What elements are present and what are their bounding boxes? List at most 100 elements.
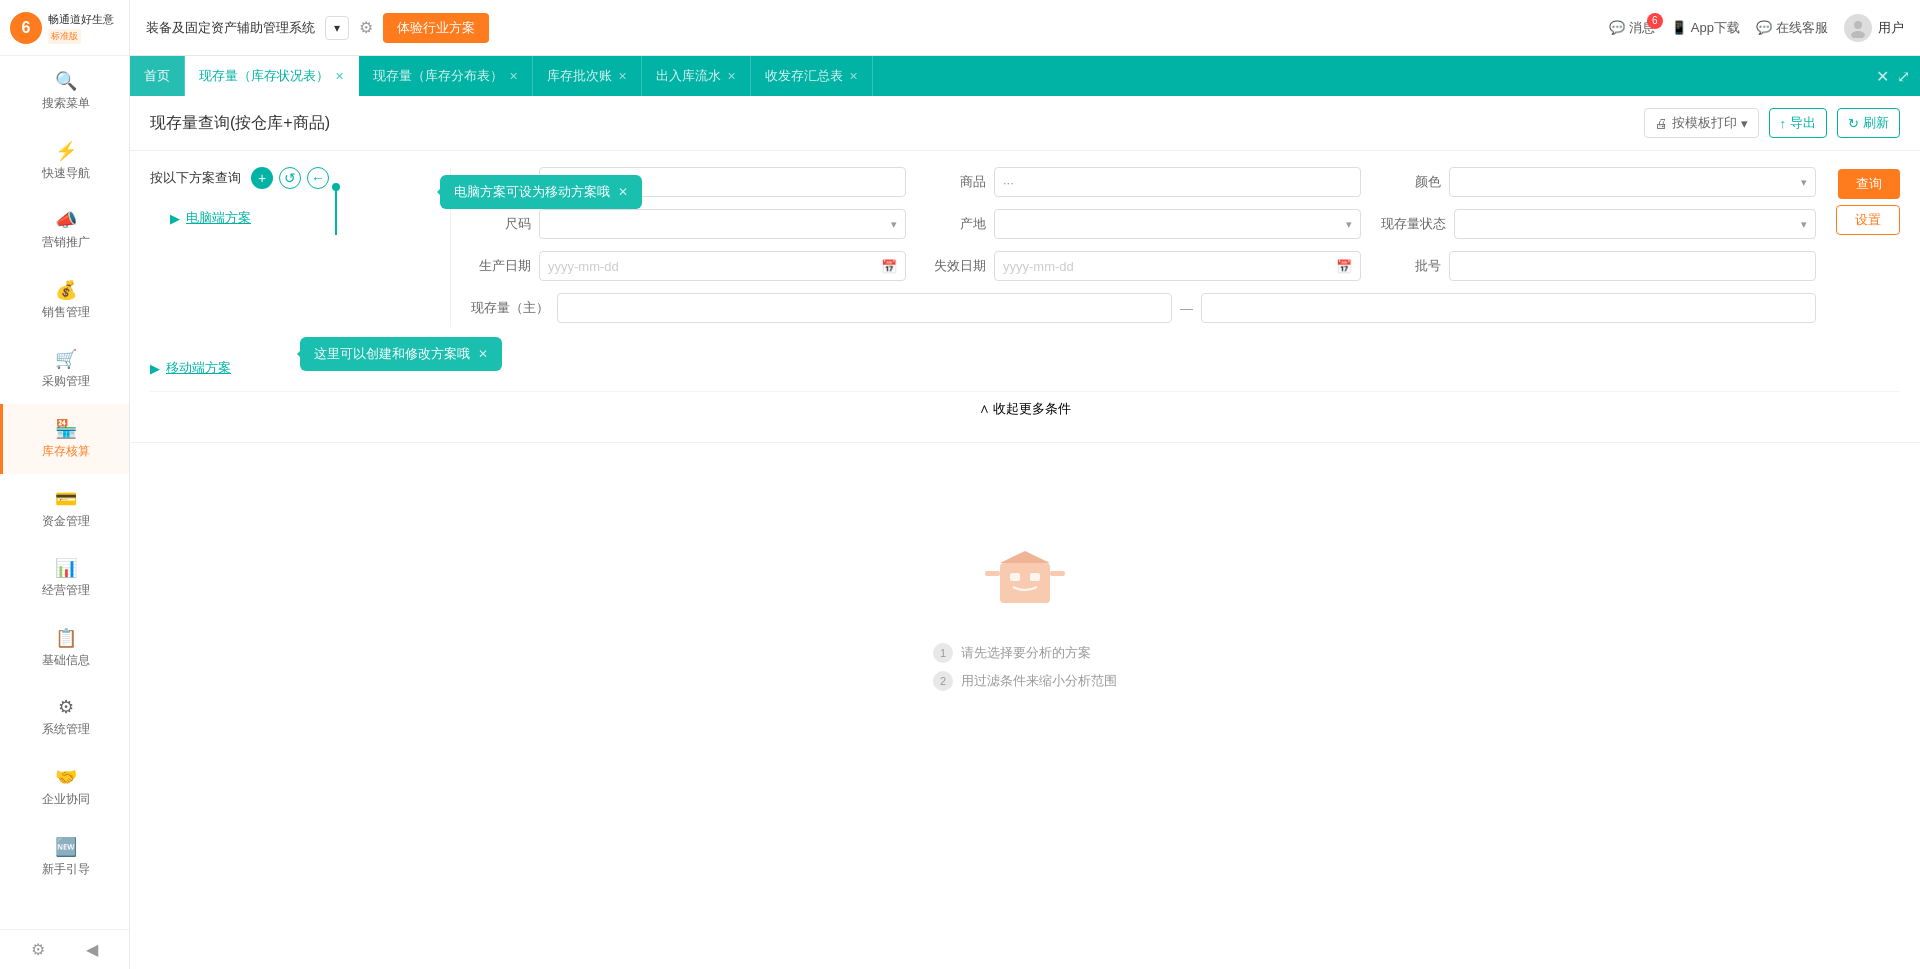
step-2-text: 用过滤条件来缩小分析范围 [961, 672, 1117, 690]
basic-icon: 📋 [55, 627, 77, 649]
system-select[interactable]: ▾ [325, 16, 349, 40]
tab-close-icon[interactable]: ✕ [509, 70, 518, 83]
sidebar-item-sales[interactable]: 💰 销售管理 [0, 265, 129, 335]
phone-icon: 📱 [1671, 20, 1687, 35]
sidebar-item-quick-nav[interactable]: ⚡ 快速导航 [0, 126, 129, 196]
industry-btn[interactable]: 体验行业方案 [383, 13, 489, 43]
prod-date-label: 生产日期 [471, 257, 531, 275]
product-select[interactable]: ··· [994, 167, 1361, 197]
sidebar-item-finance[interactable]: 💳 资金管理 [0, 474, 129, 544]
sidebar-item-search[interactable]: 🔍 搜索菜单 [0, 56, 129, 126]
filter-fields: 仓库 ··· 商品 ··· [450, 167, 1816, 327]
scheme-tooltip-text: 电脑方案可设为移动方案哦 [454, 183, 610, 201]
sidebar-item-label: 营销推广 [42, 235, 90, 251]
online-support-btn[interactable]: 💬 在线客服 [1756, 19, 1828, 37]
svg-rect-6 [985, 571, 1000, 576]
tab-close-icon[interactable]: ✕ [618, 70, 627, 83]
sidebar-item-basic[interactable]: 📋 基础信息 [0, 613, 129, 683]
enterprise-icon: 🤝 [55, 766, 77, 788]
refresh-btn[interactable]: ↻ 刷新 [1837, 108, 1900, 138]
export-btn[interactable]: ↑ 导出 [1769, 108, 1828, 138]
exp-date-input[interactable]: yyyy-mm-dd 📅 [994, 251, 1361, 281]
batch-input[interactable] [1449, 251, 1816, 281]
add-scheme-btn[interactable]: + [251, 167, 273, 189]
origin-dropdown-icon: ▾ [1346, 218, 1352, 231]
empty-state: 1 请先选择要分析的方案 2 用过滤条件来缩小分析范围 [130, 443, 1920, 771]
tab-close-icon[interactable]: ✕ [727, 70, 736, 83]
exp-date-label: 失效日期 [926, 257, 986, 275]
sidebar-item-label: 资金管理 [42, 514, 90, 530]
settings-icon[interactable]: ⚙ [359, 18, 373, 37]
sidebar-item-marketing[interactable]: 📣 营销推广 [0, 195, 129, 265]
user-menu[interactable]: 用户 [1844, 14, 1904, 42]
export-icon: ↑ [1780, 116, 1787, 131]
search-btn[interactable]: 查询 [1838, 169, 1900, 199]
tab-close-icon[interactable]: ✕ [849, 70, 858, 83]
tab-home[interactable]: 首页 [130, 56, 185, 96]
sidebar-item-label: 经营管理 [42, 583, 90, 599]
desktop-scheme-label: 电脑端方案 [186, 209, 251, 227]
collapse-more-btn[interactable]: ∧ 收起更多条件 [150, 391, 1900, 426]
sidebar-item-purchase[interactable]: 🛒 采购管理 [0, 334, 129, 404]
sidebar-item-system[interactable]: ⚙ 系统管理 [0, 682, 129, 752]
tab-inout-flow[interactable]: 出入库流水 ✕ [642, 56, 751, 96]
scheme-tooltip: 电脑方案可设为移动方案哦 ✕ [440, 175, 642, 209]
app-download-btn[interactable]: 📱 App下载 [1671, 19, 1740, 37]
system-icon: ⚙ [58, 696, 74, 718]
tab-close-icon[interactable]: ✕ [335, 70, 344, 83]
sidebar-item-enterprise[interactable]: 🤝 企业协同 [0, 752, 129, 822]
message-btn[interactable]: 💬 消息 6 [1609, 19, 1655, 37]
page-actions: 🖨 按模板打印 ▾ ↑ 导出 ↻ 刷新 [1644, 108, 1901, 138]
sidebar-item-guide[interactable]: 🆕 新手引导 [0, 822, 129, 892]
close-tab-icon[interactable]: ✕ [1876, 67, 1889, 86]
print-btn[interactable]: 🖨 按模板打印 ▾ [1644, 108, 1759, 138]
scheme-tooltip-close[interactable]: ✕ [618, 185, 628, 199]
color-select[interactable]: ▾ [1449, 167, 1816, 197]
sidebar-item-label: 搜索菜单 [42, 96, 90, 112]
size-label: 尺码 [471, 215, 531, 233]
calendar-icon-2: 📅 [1336, 259, 1352, 274]
svg-rect-2 [1000, 563, 1050, 603]
marketing-icon: 📣 [55, 209, 77, 231]
qty-min-input[interactable] [557, 293, 1172, 323]
tab-batch-ledger[interactable]: 库存批次账 ✕ [533, 56, 642, 96]
search-buttons-area: 查询 设置 [1836, 167, 1900, 235]
empty-step-2: 2 用过滤条件来缩小分析范围 [933, 671, 1117, 691]
system-title: 装备及固定资产辅助管理系统 [146, 19, 315, 37]
purchase-icon: 🛒 [55, 348, 77, 370]
refresh-icon: ↻ [1848, 116, 1859, 131]
desktop-scheme-item[interactable]: ▶ 电脑端方案 [170, 203, 450, 233]
edit-tooltip-close[interactable]: ✕ [478, 347, 488, 361]
empty-illustration [975, 523, 1075, 623]
inv-status-select[interactable]: ▾ [1454, 209, 1816, 239]
back-scheme-btn[interactable]: ← [307, 167, 329, 189]
sidebar: 6 畅通道好生意 标准版 🔍 搜索菜单 ⚡ 快速导航 📣 营销推广 💰 销售管理 [0, 0, 130, 969]
filter-row-product: 商品 ··· [926, 167, 1361, 197]
tab-receive-summary[interactable]: 收发存汇总表 ✕ [751, 56, 873, 96]
reset-scheme-btn[interactable]: ↺ [279, 167, 301, 189]
tab-inventory-dist[interactable]: 现存量（库存分布表） ✕ [359, 56, 533, 96]
avatar [1844, 14, 1872, 42]
expand-icon[interactable]: ⤢ [1897, 67, 1910, 86]
step-num-1: 1 [933, 643, 953, 663]
collapse-sidebar-icon[interactable]: ◀ [86, 940, 98, 959]
operation-icon: 📊 [55, 557, 77, 579]
quick-nav-icon: ⚡ [55, 140, 77, 162]
exp-date-placeholder: yyyy-mm-dd [1003, 259, 1074, 274]
sidebar-item-operation[interactable]: 📊 经营管理 [0, 543, 129, 613]
prod-date-input[interactable]: yyyy-mm-dd 📅 [539, 251, 906, 281]
size-select[interactable]: ▾ [539, 209, 906, 239]
reset-search-btn[interactable]: 设置 [1836, 205, 1900, 235]
settings-bottom-icon[interactable]: ⚙ [31, 940, 45, 959]
inventory-icon: 🏪 [55, 418, 77, 440]
sidebar-item-inventory[interactable]: 🏪 库存核算 [0, 404, 129, 474]
qty-label: 现存量（主） [471, 299, 549, 317]
sidebar-item-label: 新手引导 [42, 862, 90, 878]
qty-max-input[interactable] [1201, 293, 1816, 323]
topbar-right: 💬 消息 6 📱 App下载 💬 在线客服 用户 [1609, 14, 1904, 42]
chevron-up-icon: ∧ [979, 401, 990, 416]
origin-select[interactable]: ▾ [994, 209, 1361, 239]
sales-icon: 💰 [55, 279, 77, 301]
finance-icon: 💳 [55, 488, 77, 510]
tab-inventory-status[interactable]: 现存量（库存状况表） ✕ [185, 56, 359, 96]
